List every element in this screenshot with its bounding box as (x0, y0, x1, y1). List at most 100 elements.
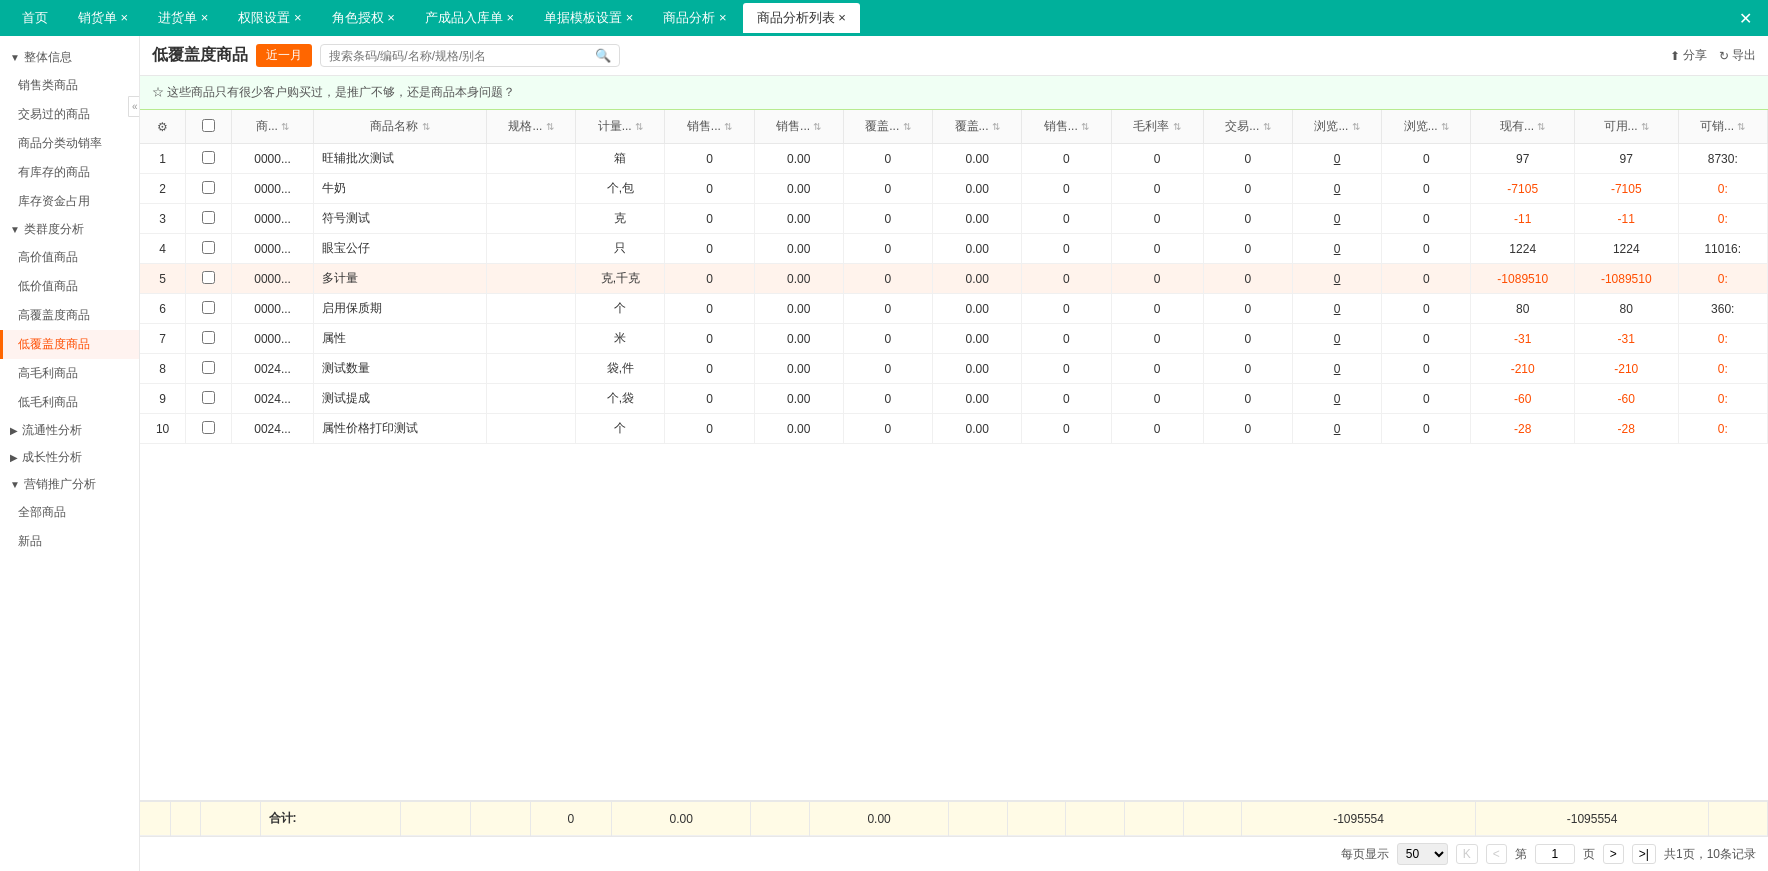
row-browse1[interactable]: 0 (1293, 144, 1382, 174)
nav-sales[interactable]: 销货单 × (64, 3, 142, 33)
share-button[interactable]: ⬆ 分享 (1670, 47, 1707, 64)
col-sales-qty[interactable]: 销售... ⇅ (665, 110, 754, 144)
nav-template[interactable]: 单据模板设置 × (530, 3, 647, 33)
close-window-btn[interactable]: ✕ (1731, 5, 1760, 32)
row-checkbox-cell[interactable] (186, 324, 232, 354)
sidebar-item-high-margin[interactable]: 高毛利商品 (0, 359, 139, 388)
col-checkbox[interactable] (186, 110, 232, 144)
sidebar-item-low-margin[interactable]: 低毛利商品 (0, 388, 139, 417)
row-checkbox[interactable] (202, 181, 215, 194)
col-settings[interactable]: ⚙ (140, 110, 186, 144)
row-checkbox[interactable] (202, 331, 215, 344)
col-current[interactable]: 现有... ⇅ (1471, 110, 1575, 144)
row-checkbox[interactable] (202, 421, 215, 434)
table-container[interactable]: ⚙ 商... ⇅ 商品名称 ⇅ 规格... ⇅ 计量... ⇅ 销售... ⇅ … (140, 110, 1768, 800)
row-browse1[interactable]: 0 (1293, 384, 1382, 414)
nav-home[interactable]: 首页 (8, 3, 62, 33)
col-cover1[interactable]: 覆盖... ⇅ (843, 110, 932, 144)
sidebar-collapse-btn[interactable]: « (128, 96, 140, 117)
row-checkbox-cell[interactable] (186, 174, 232, 204)
col-sales3[interactable]: 销售... ⇅ (1022, 110, 1111, 144)
col-spec[interactable]: 规格... ⇅ (486, 110, 575, 144)
col-unit[interactable]: 计量... ⇅ (576, 110, 665, 144)
row-available: -1089510 (1575, 264, 1679, 294)
row-browse1[interactable]: 0 (1293, 264, 1382, 294)
sidebar-item-category-turnover[interactable]: 商品分类动销率 (0, 129, 139, 158)
row-checkbox[interactable] (202, 391, 215, 404)
row-checkbox[interactable] (202, 301, 215, 314)
row-checkbox[interactable] (202, 241, 215, 254)
per-page-select[interactable]: 50 20 100 (1397, 843, 1448, 865)
sidebar-item-traded-goods[interactable]: 交易过的商品 (0, 100, 139, 129)
row-browse1[interactable]: 0 (1293, 324, 1382, 354)
sidebar-item-sales-goods[interactable]: 销售类商品 (0, 71, 139, 100)
sidebar-section-cluster[interactable]: ▼ 类群度分析 (0, 216, 139, 243)
nav-product-analysis[interactable]: 商品分析 × (649, 3, 740, 33)
prev-page-btn[interactable]: < (1486, 844, 1507, 864)
row-cover2: 0.00 (933, 324, 1022, 354)
search-input[interactable] (329, 49, 595, 63)
col-name[interactable]: 商品名称 ⇅ (314, 110, 487, 144)
sidebar-item-in-stock[interactable]: 有库存的商品 (0, 158, 139, 187)
sidebar-item-all-goods[interactable]: 全部商品 (0, 498, 139, 527)
row-browse1[interactable]: 0 (1293, 204, 1382, 234)
col-code[interactable]: 商... ⇅ (232, 110, 314, 144)
row-checkbox[interactable] (202, 361, 215, 374)
row-sales-amt: 0.00 (754, 174, 843, 204)
col-margin[interactable]: 毛利率 ⇅ (1111, 110, 1203, 144)
row-sales3: 0 (1022, 384, 1111, 414)
row-sales-qty: 0 (665, 264, 754, 294)
table-body: 1 0000... 旺辅批次测试 箱 0 0.00 0 0.00 0 0 0 0… (140, 144, 1768, 444)
col-available[interactable]: 可用... ⇅ (1575, 110, 1679, 144)
row-checkbox[interactable] (202, 271, 215, 284)
row-checkbox-cell[interactable] (186, 264, 232, 294)
col-browse1[interactable]: 浏览... ⇅ (1293, 110, 1382, 144)
row-browse1[interactable]: 0 (1293, 174, 1382, 204)
row-browse1[interactable]: 0 (1293, 414, 1382, 444)
sidebar-section-flow[interactable]: ▶ 流通性分析 (0, 417, 139, 444)
row-checkbox[interactable] (202, 211, 215, 224)
row-browse1[interactable]: 0 (1293, 294, 1382, 324)
sidebar-section-marketing[interactable]: ▼ 营销推广分析 (0, 471, 139, 498)
col-sales-amt[interactable]: 销售... ⇅ (754, 110, 843, 144)
sidebar-item-new-goods[interactable]: 新品 (0, 527, 139, 556)
col-trade[interactable]: 交易... ⇅ (1203, 110, 1292, 144)
nav-purchase[interactable]: 进货单 × (144, 3, 222, 33)
row-checkbox-cell[interactable] (186, 144, 232, 174)
row-checkbox[interactable] (202, 151, 215, 164)
row-checkbox-cell[interactable] (186, 204, 232, 234)
row-browse1[interactable]: 0 (1293, 234, 1382, 264)
nav-permission[interactable]: 权限设置 × (224, 3, 315, 33)
row-checkbox-cell[interactable] (186, 234, 232, 264)
sidebar-item-stock-capital[interactable]: 库存资金占用 (0, 187, 139, 216)
row-checkbox-cell[interactable] (186, 384, 232, 414)
row-sales3: 0 (1022, 174, 1111, 204)
row-browse1[interactable]: 0 (1293, 354, 1382, 384)
row-sales-qty: 0 (665, 204, 754, 234)
col-cover2[interactable]: 覆盖... ⇅ (933, 110, 1022, 144)
col-browse2[interactable]: 浏览... ⇅ (1382, 110, 1471, 144)
export-button[interactable]: ↻ 导出 (1719, 47, 1756, 64)
first-page-btn[interactable]: K (1456, 844, 1478, 864)
row-checkbox-cell[interactable] (186, 294, 232, 324)
total-cover2: 0.00 (809, 802, 948, 836)
last-page-btn[interactable]: >| (1632, 844, 1656, 864)
nav-product-entry[interactable]: 产成品入库单 × (411, 3, 528, 33)
sidebar-item-low-coverage[interactable]: 低覆盖度商品 (0, 330, 139, 359)
row-spec (486, 324, 575, 354)
nav-role[interactable]: 角色授权 × (318, 3, 409, 33)
sidebar-item-low-value[interactable]: 低价值商品 (0, 272, 139, 301)
nav-product-analysis-list[interactable]: 商品分析列表 × (743, 3, 860, 33)
row-checkbox-cell[interactable] (186, 414, 232, 444)
page-number-input[interactable] (1535, 844, 1575, 864)
sidebar-item-high-coverage[interactable]: 高覆盖度商品 (0, 301, 139, 330)
sidebar-item-high-value[interactable]: 高价值商品 (0, 243, 139, 272)
sidebar-section-growth[interactable]: ▶ 成长性分析 (0, 444, 139, 471)
col-sellable[interactable]: 可销... ⇅ (1678, 110, 1767, 144)
period-button[interactable]: 近一月 (256, 44, 312, 67)
select-all-checkbox[interactable] (202, 119, 215, 132)
row-cover1: 0 (843, 264, 932, 294)
sidebar-section-overall[interactable]: ▼ 整体信息 (0, 44, 139, 71)
next-page-btn[interactable]: > (1603, 844, 1624, 864)
row-checkbox-cell[interactable] (186, 354, 232, 384)
